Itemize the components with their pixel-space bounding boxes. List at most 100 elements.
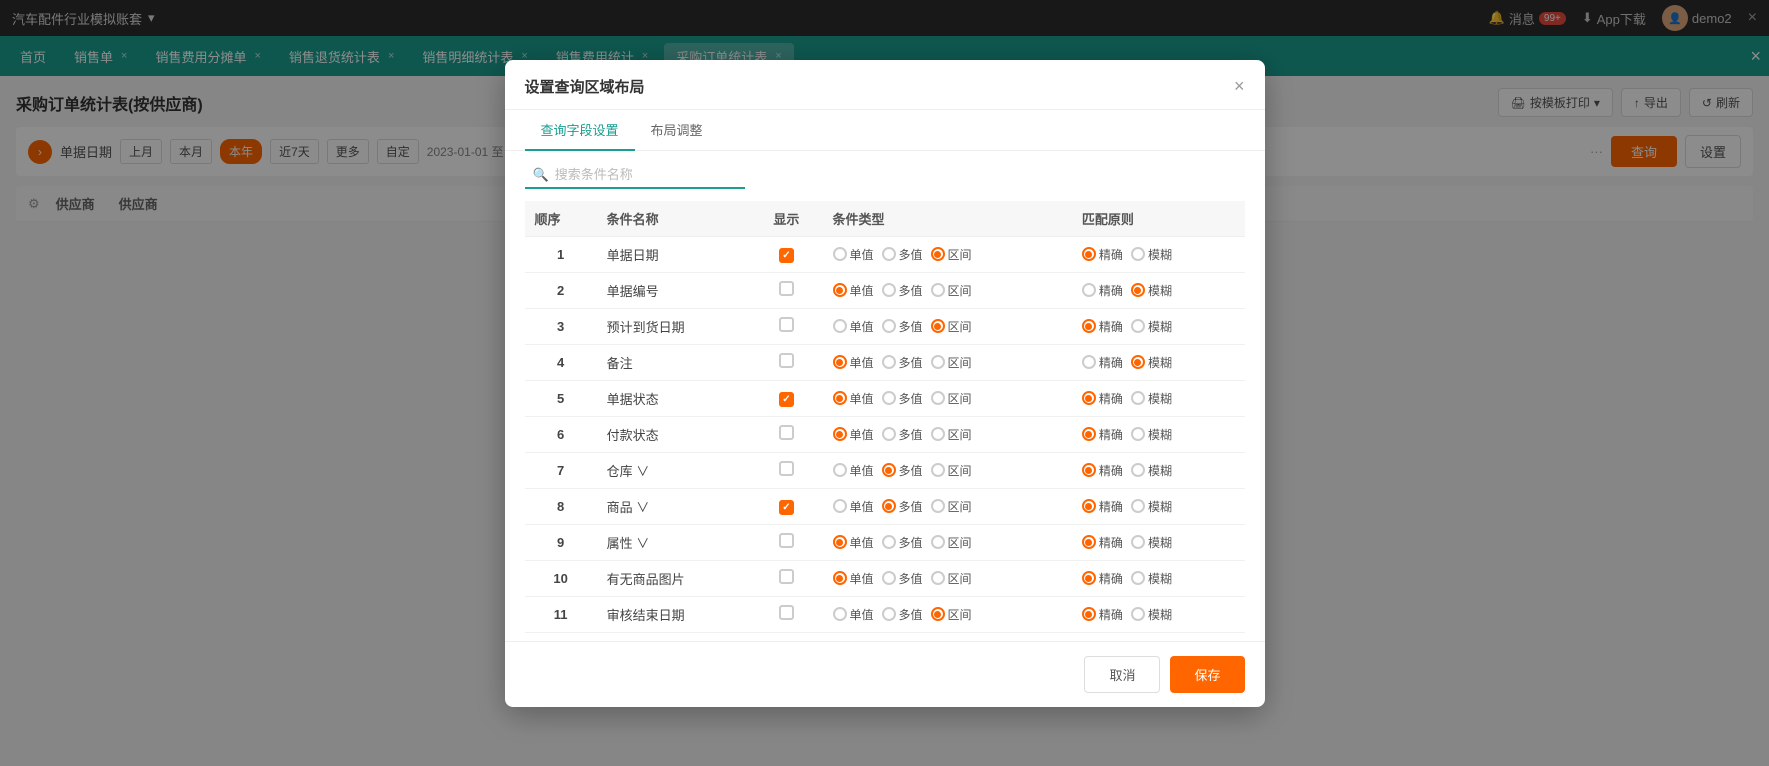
row-display-cell (750, 380, 822, 416)
display-checkbox[interactable] (779, 353, 794, 368)
match-radio-精确[interactable]: 精确 (1082, 606, 1123, 623)
display-checkbox[interactable] (779, 533, 794, 548)
table-row: 11审核结束日期单值多值区间精确模糊 (525, 596, 1245, 632)
row-num: 8 (525, 488, 597, 524)
type-radio-单值[interactable]: 单值 (833, 498, 874, 515)
cancel-btn[interactable]: 取消 (1084, 656, 1160, 693)
row-num: 3 (525, 308, 597, 344)
type-radio-区间[interactable]: 区间 (931, 534, 972, 551)
match-radio-模糊[interactable]: 模糊 (1131, 390, 1172, 407)
radio-circle (931, 463, 945, 477)
table-row: 9属性 ∨单值多值区间精确模糊 (525, 524, 1245, 560)
match-radio-模糊[interactable]: 模糊 (1131, 318, 1172, 335)
row-match-cell: 精确模糊 (1072, 272, 1245, 308)
row-num: 4 (525, 344, 597, 380)
th-display: 显示 (750, 201, 822, 237)
match-radio-精确[interactable]: 精确 (1082, 462, 1123, 479)
display-checkbox[interactable] (779, 500, 794, 515)
save-btn[interactable]: 保存 (1170, 656, 1244, 693)
type-radio-多值[interactable]: 多值 (882, 426, 923, 443)
display-checkbox[interactable] (779, 281, 794, 296)
type-radio-单值[interactable]: 单值 (833, 282, 874, 299)
match-radio-精确[interactable]: 精确 (1082, 390, 1123, 407)
type-radio-单值[interactable]: 单值 (833, 606, 874, 623)
modal-close-btn[interactable]: × (1234, 77, 1245, 95)
type-radio-区间[interactable]: 区间 (931, 606, 972, 623)
modal-overlay[interactable]: 设置查询区域布局 × 查询字段设置 布局调整 🔍 顺序 条件名称 显示 (0, 0, 1769, 766)
type-radio-多值[interactable]: 多值 (882, 462, 923, 479)
type-radio-单值[interactable]: 单值 (833, 390, 874, 407)
type-radio-区间[interactable]: 区间 (931, 498, 972, 515)
table-row: 8商品 ∨单值多值区间精确模糊 (525, 488, 1245, 524)
radio-circle (931, 571, 945, 585)
type-radio-多值[interactable]: 多值 (882, 390, 923, 407)
match-radio-模糊[interactable]: 模糊 (1131, 570, 1172, 587)
match-radio-精确[interactable]: 精确 (1082, 318, 1123, 335)
radio-circle (1082, 283, 1096, 297)
type-radio-单值[interactable]: 单值 (833, 426, 874, 443)
row-num: 7 (525, 452, 597, 488)
row-type-cell: 单值多值区间 (823, 236, 1072, 272)
radio-circle (931, 607, 945, 621)
type-radio-单值[interactable]: 单值 (833, 534, 874, 551)
type-radio-单值[interactable]: 单值 (833, 570, 874, 587)
match-radio-精确[interactable]: 精确 (1082, 282, 1123, 299)
type-radio-区间[interactable]: 区间 (931, 570, 972, 587)
match-radio-模糊[interactable]: 模糊 (1131, 246, 1172, 263)
match-radio-精确[interactable]: 精确 (1082, 246, 1123, 263)
table-row: 4备注单值多值区间精确模糊 (525, 344, 1245, 380)
match-radio-精确[interactable]: 精确 (1082, 570, 1123, 587)
match-radio-模糊[interactable]: 模糊 (1131, 534, 1172, 551)
type-radio-多值[interactable]: 多值 (882, 246, 923, 263)
display-checkbox[interactable] (779, 317, 794, 332)
match-radio-模糊[interactable]: 模糊 (1131, 282, 1172, 299)
type-radio-区间[interactable]: 区间 (931, 318, 972, 335)
display-checkbox[interactable] (779, 248, 794, 263)
radio-circle (882, 319, 896, 333)
search-input[interactable] (555, 167, 737, 182)
row-type-cell: 单值多值区间 (823, 380, 1072, 416)
row-match-cell: 精确模糊 (1072, 488, 1245, 524)
type-radio-区间[interactable]: 区间 (931, 246, 972, 263)
display-checkbox[interactable] (779, 425, 794, 440)
match-radio-精确[interactable]: 精确 (1082, 426, 1123, 443)
modal-footer: 取消 保存 (505, 641, 1265, 707)
type-radio-区间[interactable]: 区间 (931, 354, 972, 371)
type-radio-单值[interactable]: 单值 (833, 246, 874, 263)
display-checkbox[interactable] (779, 605, 794, 620)
row-num: 6 (525, 416, 597, 452)
type-radio-区间[interactable]: 区间 (931, 390, 972, 407)
match-radio-精确[interactable]: 精确 (1082, 354, 1123, 371)
type-radio-单值[interactable]: 单值 (833, 462, 874, 479)
type-radio-多值[interactable]: 多值 (882, 606, 923, 623)
match-radio-模糊[interactable]: 模糊 (1131, 426, 1172, 443)
match-radio-精确[interactable]: 精确 (1082, 534, 1123, 551)
type-radio-单值[interactable]: 单值 (833, 318, 874, 335)
tab-layout[interactable]: 布局调整 (635, 110, 719, 151)
match-radio-模糊[interactable]: 模糊 (1131, 462, 1172, 479)
type-radio-多值[interactable]: 多值 (882, 534, 923, 551)
tab-query-fields[interactable]: 查询字段设置 (525, 110, 635, 151)
display-checkbox[interactable] (779, 392, 794, 407)
type-radio-多值[interactable]: 多值 (882, 570, 923, 587)
display-checkbox[interactable] (779, 569, 794, 584)
display-checkbox[interactable] (779, 461, 794, 476)
type-radio-多值[interactable]: 多值 (882, 498, 923, 515)
radio-circle (1082, 319, 1096, 333)
radio-circle (882, 607, 896, 621)
th-condition-name: 条件名称 (597, 201, 751, 237)
row-match-cell: 精确模糊 (1072, 452, 1245, 488)
match-radio-精确[interactable]: 精确 (1082, 498, 1123, 515)
type-radio-区间[interactable]: 区间 (931, 426, 972, 443)
row-condition-name: 单据编号 (597, 272, 751, 308)
match-radio-模糊[interactable]: 模糊 (1131, 498, 1172, 515)
type-radio-单值[interactable]: 单值 (833, 354, 874, 371)
type-radio-多值[interactable]: 多值 (882, 282, 923, 299)
type-radio-多值[interactable]: 多值 (882, 354, 923, 371)
match-radio-模糊[interactable]: 模糊 (1131, 606, 1172, 623)
match-radio-模糊[interactable]: 模糊 (1131, 354, 1172, 371)
radio-circle (833, 571, 847, 585)
type-radio-区间[interactable]: 区间 (931, 282, 972, 299)
type-radio-多值[interactable]: 多值 (882, 318, 923, 335)
type-radio-区间[interactable]: 区间 (931, 462, 972, 479)
